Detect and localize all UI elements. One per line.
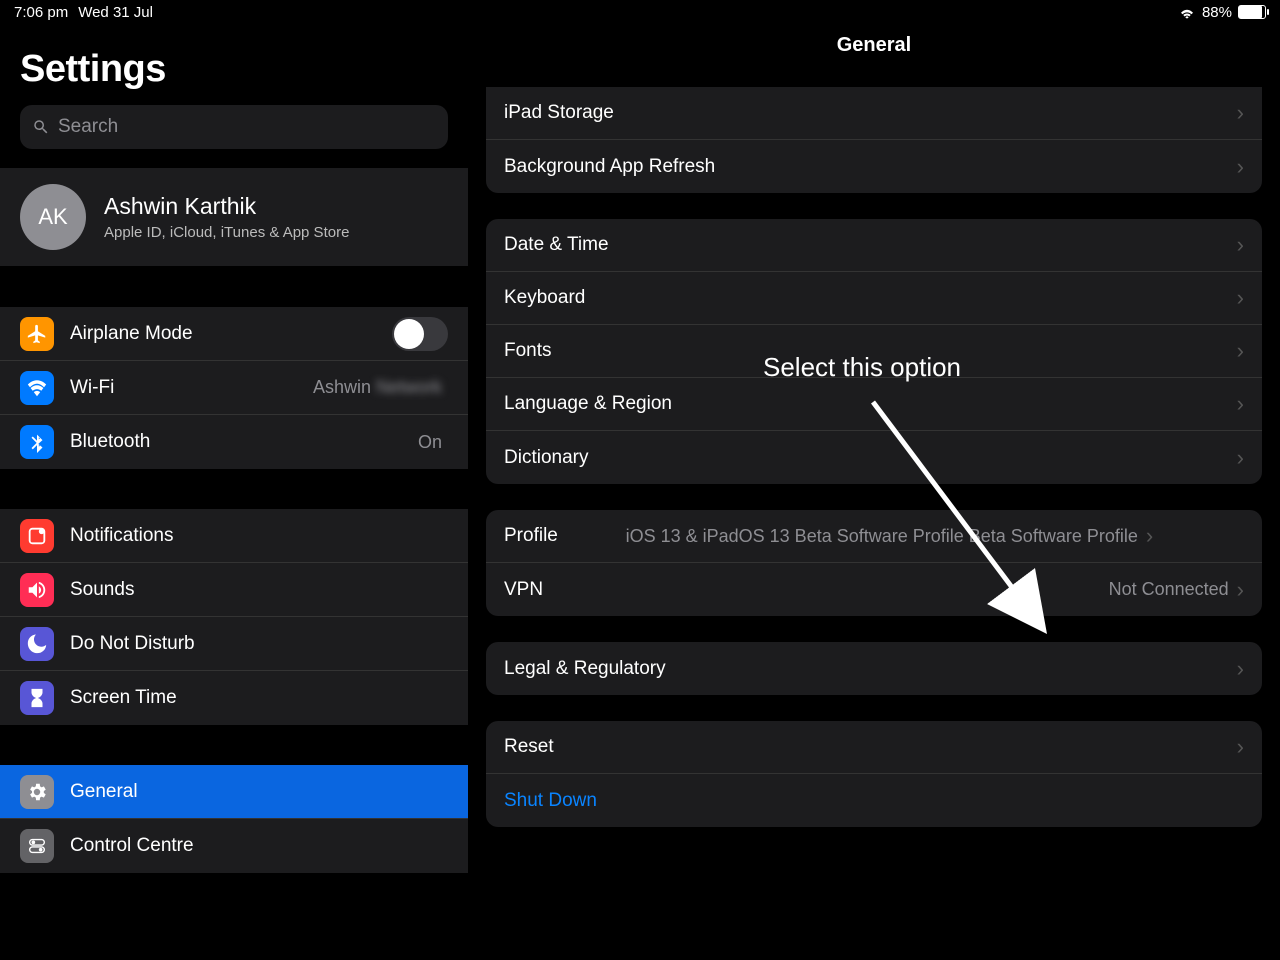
account-name: Ashwin Karthik xyxy=(104,193,349,220)
sidebar-item-screentime[interactable]: Screen Time xyxy=(0,671,468,725)
sidebar-item-dnd[interactable]: Do Not Disturb xyxy=(0,617,468,671)
status-time: 7:06 pm xyxy=(14,4,68,21)
sidebar-item-label: Control Centre xyxy=(70,835,448,857)
row-shutdown[interactable]: Shut Down xyxy=(486,774,1262,827)
vpn-value: Not Connected xyxy=(1109,579,1229,600)
wifi-settings-icon xyxy=(20,371,54,405)
sidebar-item-label: Do Not Disturb xyxy=(70,633,448,655)
account-row[interactable]: AK Ashwin Karthik Apple ID, iCloud, iTun… xyxy=(0,167,468,267)
chevron-right-icon: › xyxy=(1237,445,1244,471)
row-date-time[interactable]: Date & Time› xyxy=(486,219,1262,272)
sounds-icon xyxy=(20,573,54,607)
bluetooth-value: On xyxy=(418,432,442,453)
row-legal[interactable]: Legal & Regulatory› xyxy=(486,642,1262,695)
chevron-right-icon: › xyxy=(1237,100,1244,126)
row-profile[interactable]: Profile iOS 13 & iPadOS 13 Beta Software… xyxy=(486,510,1262,563)
sidebar-item-label: General xyxy=(70,781,448,803)
sidebar-item-airplane[interactable]: Airplane Mode xyxy=(0,307,468,361)
detail-pane: General iPad Storage › Background App Re… xyxy=(468,22,1280,960)
sidebar-item-label: Wi-Fi xyxy=(70,377,313,399)
row-vpn[interactable]: VPN Not Connected › xyxy=(486,563,1262,616)
sidebar-item-general[interactable]: General xyxy=(0,765,468,819)
sidebar-item-control-centre[interactable]: Control Centre xyxy=(0,819,468,873)
row-language-region[interactable]: Language & Region› xyxy=(486,378,1262,431)
sidebar-item-label: Sounds xyxy=(70,579,448,601)
sidebar-item-notifications[interactable]: Notifications xyxy=(0,509,468,563)
row-ipad-storage[interactable]: iPad Storage › xyxy=(486,87,1262,140)
avatar: AK xyxy=(20,184,86,250)
wifi-value: Ashwin Network xyxy=(313,377,442,398)
chevron-right-icon: › xyxy=(1237,338,1244,364)
search-placeholder: Search xyxy=(58,116,118,138)
chevron-right-icon: › xyxy=(1237,577,1244,603)
sidebar-item-label: Airplane Mode xyxy=(70,323,392,345)
sidebar-item-label: Notifications xyxy=(70,525,448,547)
sidebar-item-wifi[interactable]: Wi-Fi Ashwin Network xyxy=(0,361,468,415)
chevron-right-icon: › xyxy=(1146,523,1153,549)
battery-icon xyxy=(1238,5,1266,19)
search-input[interactable]: Search xyxy=(20,105,448,149)
sidebar-item-bluetooth[interactable]: Bluetooth On xyxy=(0,415,468,469)
airplane-toggle[interactable] xyxy=(392,317,448,351)
chevron-right-icon: › xyxy=(1237,285,1244,311)
bluetooth-icon xyxy=(20,425,54,459)
status-date: Wed 31 Jul xyxy=(78,4,153,21)
chevron-right-icon: › xyxy=(1237,656,1244,682)
sidebar-item-sounds[interactable]: Sounds xyxy=(0,563,468,617)
status-bar: 7:06 pm Wed 31 Jul 88% xyxy=(0,0,1280,22)
moon-icon xyxy=(20,627,54,661)
chevron-right-icon: › xyxy=(1237,391,1244,417)
hourglass-icon xyxy=(20,681,54,715)
chevron-right-icon: › xyxy=(1237,734,1244,760)
sidebar: Settings Search AK Ashwin Karthik Apple … xyxy=(0,22,468,960)
row-keyboard[interactable]: Keyboard› xyxy=(486,272,1262,325)
battery-percent: 88% xyxy=(1202,4,1232,21)
account-sub: Apple ID, iCloud, iTunes & App Store xyxy=(104,224,349,241)
toggles-icon xyxy=(20,829,54,863)
detail-title: General xyxy=(468,22,1280,87)
chevron-right-icon: › xyxy=(1237,232,1244,258)
row-fonts[interactable]: Fonts› xyxy=(486,325,1262,378)
row-reset[interactable]: Reset› xyxy=(486,721,1262,774)
sidebar-item-label: Bluetooth xyxy=(70,431,418,453)
profile-value: iOS 13 & iPadOS 13 Beta Software Profile… xyxy=(578,526,1138,547)
sidebar-item-label: Screen Time xyxy=(70,687,448,709)
airplane-icon xyxy=(20,317,54,351)
wifi-icon xyxy=(1178,5,1196,19)
row-bg-refresh[interactable]: Background App Refresh › xyxy=(486,140,1262,193)
search-icon xyxy=(32,118,50,136)
gear-icon xyxy=(20,775,54,809)
chevron-right-icon: › xyxy=(1237,154,1244,180)
notifications-icon xyxy=(20,519,54,553)
row-dictionary[interactable]: Dictionary› xyxy=(486,431,1262,484)
page-title: Settings xyxy=(0,22,468,105)
